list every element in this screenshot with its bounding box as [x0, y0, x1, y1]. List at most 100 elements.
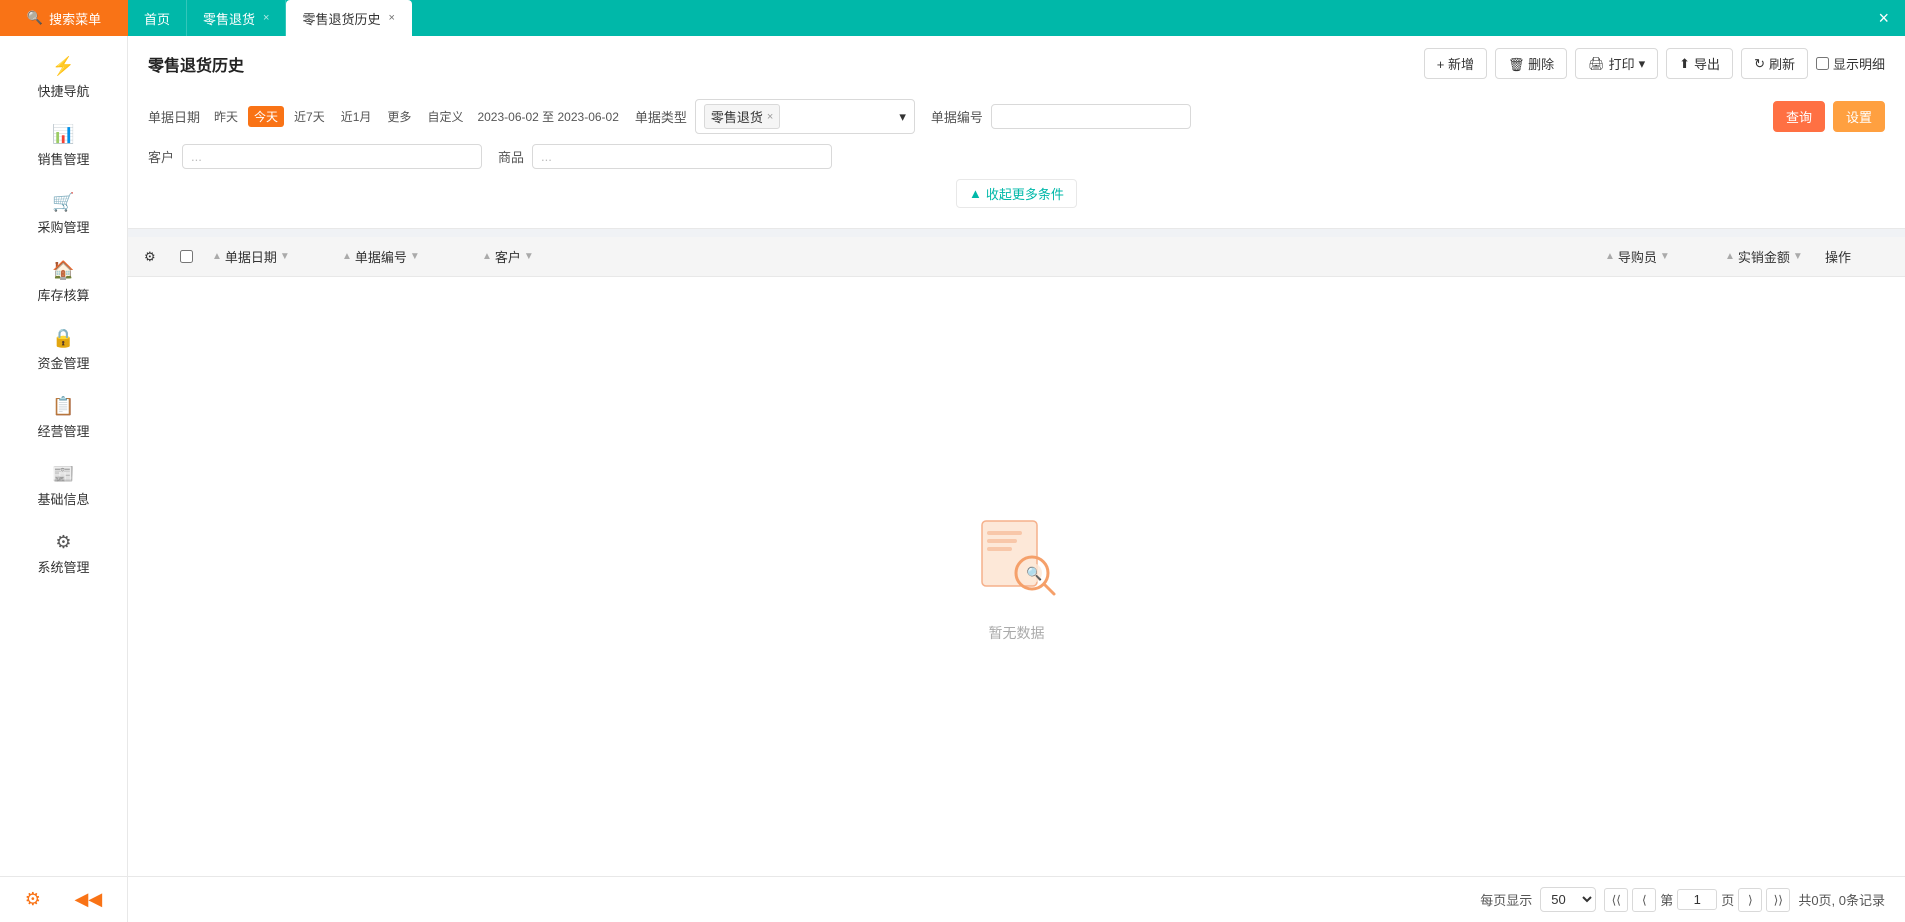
sort-icon-guide-up: ▲: [1605, 251, 1615, 262]
sidebar-item-quick-nav[interactable]: ⚡ 快捷导航: [0, 44, 127, 112]
date-btn-more[interactable]: 更多: [381, 106, 417, 127]
window-close-button[interactable]: ×: [1878, 8, 1905, 29]
sort-icon-date-up: ▲: [212, 251, 222, 262]
th-doc-date-label: 单据日期: [225, 247, 277, 266]
per-page-label: 每页显示: [1480, 890, 1532, 909]
date-shortcuts: 昨天 今天 近7天 近1月 更多 自定义: [208, 106, 469, 127]
page-text: 第: [1660, 890, 1673, 909]
sort-icon-date-down: ▼: [280, 251, 290, 262]
doc-type-tag-value: 零售退货: [711, 107, 763, 126]
filter-area: 单据日期 昨天 今天 近7天 近1月 更多 自定义 2023-06-02 至 2…: [148, 89, 1885, 228]
tab-retail-return[interactable]: 零售退货 ×: [187, 0, 286, 36]
doc-no-filter: 单据编号: [931, 104, 1191, 129]
purchase-mgmt-icon: 🛒: [52, 192, 74, 213]
sales-mgmt-icon: 📊: [52, 124, 74, 145]
query-button[interactable]: 查询: [1773, 101, 1825, 132]
th-check[interactable]: [172, 250, 204, 263]
sidebar-item-finance[interactable]: 🔒 资金管理: [0, 316, 127, 384]
collapse-label: 收起更多条件: [986, 184, 1064, 203]
page-input[interactable]: 1: [1677, 889, 1717, 910]
customer-select[interactable]: ...: [182, 144, 482, 169]
add-button[interactable]: + 新增: [1424, 48, 1487, 79]
date-btn-last1m[interactable]: 近1月: [335, 106, 378, 127]
collapse-button[interactable]: ▲ 收起更多条件: [956, 179, 1077, 208]
base-info-icon: 📰: [52, 464, 74, 485]
content-area: 零售退货历史 + 新增 🗑 删除 🖨 打印 ▾ ⬆ 导出 ↻: [128, 36, 1905, 922]
doc-no-input[interactable]: [991, 104, 1191, 129]
export-button[interactable]: ⬆ 导出: [1666, 48, 1733, 79]
sidebar-item-purchase-mgmt[interactable]: 🛒 采购管理: [0, 180, 127, 248]
finance-icon: 🔒: [52, 328, 74, 349]
settings-button[interactable]: 设置: [1833, 101, 1885, 132]
search-icon: 🔍: [27, 10, 43, 26]
goods-select[interactable]: ...: [532, 144, 832, 169]
date-btn-yesterday[interactable]: 昨天: [208, 106, 244, 127]
delete-button[interactable]: 🗑 删除: [1495, 48, 1567, 79]
doc-type-select[interactable]: 零售退货 × ▾: [695, 99, 915, 134]
main-layout: ⚡ 快捷导航 📊 销售管理 🛒 采购管理 🏠 库存核算 🔒 资金管理 📋 经营管…: [0, 36, 1905, 922]
doc-type-tag-close[interactable]: ×: [767, 111, 773, 123]
empty-text: 暂无数据: [989, 623, 1045, 643]
print-button[interactable]: 🖨 打印 ▾: [1575, 48, 1658, 79]
top-bar: 🔍 搜索菜单 首页 零售退货 × 零售退货历史 × ×: [0, 0, 1905, 36]
th-doc-date: ▲ 单据日期 ▼: [204, 247, 334, 266]
date-btn-last7[interactable]: 近7天: [288, 106, 331, 127]
sort-icon-cust-down: ▼: [524, 251, 534, 262]
tab-retail-return-label: 零售退货: [203, 9, 255, 28]
sidebar-item-sys-mgmt-label: 系统管理: [37, 557, 89, 576]
pagination: 每页显示 50 20 100 ⟨⟨ ⟨ 第 1 页 ⟩ ⟩⟩ 共0页, 0条记录: [128, 876, 1905, 922]
th-settings[interactable]: ⚙: [136, 249, 172, 265]
select-all-checkbox[interactable]: [180, 250, 193, 263]
empty-illustration: 🔍: [967, 511, 1067, 611]
sidebar-item-sales-mgmt[interactable]: 📊 销售管理: [0, 112, 127, 180]
doc-type-tag: 零售退货 ×: [704, 104, 780, 129]
sidebar-item-finance-label: 资金管理: [37, 353, 89, 372]
tab-list: 首页 零售退货 × 零售退货历史 ×: [128, 0, 1878, 36]
sidebar-sound-icon[interactable]: ◀◀: [75, 889, 103, 910]
svg-text:🔍: 🔍: [1026, 565, 1042, 581]
date-filter: 单据日期 昨天 今天 近7天 近1月 更多 自定义 2023-06-02 至 2…: [148, 106, 619, 127]
prev-page-button[interactable]: ⟨: [1632, 888, 1656, 912]
show-detail-checkbox[interactable]: 显示明细: [1816, 54, 1885, 73]
filter-row-1: 单据日期 昨天 今天 近7天 近1月 更多 自定义 2023-06-02 至 2…: [148, 99, 1885, 134]
th-customer-label: 客户: [495, 247, 521, 266]
tab-home-label: 首页: [144, 9, 170, 28]
sidebar-bottom: ⚙ ◀◀: [0, 876, 127, 922]
sort-icon-guide-down: ▼: [1660, 251, 1670, 262]
show-detail-input[interactable]: [1816, 57, 1829, 70]
per-page-select[interactable]: 50 20 100: [1540, 887, 1596, 912]
print-dropdown-icon: ▾: [1639, 56, 1646, 72]
show-detail-label: 显示明细: [1833, 54, 1885, 73]
th-amount: ▲ 实销金额 ▼: [1717, 247, 1817, 266]
sidebar-item-sales-mgmt-label: 销售管理: [37, 149, 89, 168]
search-menu-area[interactable]: 🔍 搜索菜单: [0, 0, 128, 36]
date-btn-custom[interactable]: 自定义: [421, 106, 469, 127]
column-settings-icon[interactable]: ⚙: [144, 249, 156, 265]
sidebar-item-operations[interactable]: 📋 经营管理: [0, 384, 127, 452]
sort-icon-docno-down: ▼: [410, 251, 420, 262]
print-label: 打印: [1609, 54, 1635, 73]
next-page-button[interactable]: ⟩: [1738, 888, 1762, 912]
tab-home[interactable]: 首页: [128, 0, 187, 36]
search-menu-label: 搜索菜单: [49, 9, 101, 28]
sidebar-settings-icon[interactable]: ⚙: [25, 889, 41, 910]
empty-state: 🔍 暂无数据: [128, 277, 1905, 876]
date-btn-today[interactable]: 今天: [248, 106, 284, 127]
goods-label: 商品: [498, 147, 524, 166]
sidebar-item-sys-mgmt[interactable]: ⚙ 系统管理: [0, 520, 127, 588]
refresh-button[interactable]: ↻ 刷新: [1741, 48, 1808, 79]
sidebar-item-base-info[interactable]: 📰 基础信息: [0, 452, 127, 520]
last-page-button[interactable]: ⟩⟩: [1766, 888, 1790, 912]
th-doc-no-label: 单据编号: [355, 247, 407, 266]
th-amount-label: 实销金额: [1738, 247, 1790, 266]
th-guide: ▲ 导购员 ▼: [1597, 247, 1717, 266]
toolbar: + 新增 🗑 删除 🖨 打印 ▾ ⬆ 导出 ↻ 刷新: [1424, 48, 1885, 79]
sidebar-item-inventory[interactable]: 🏠 库存核算: [0, 248, 127, 316]
doc-type-label: 单据类型: [635, 107, 687, 126]
sidebar: ⚡ 快捷导航 📊 销售管理 🛒 采购管理 🏠 库存核算 🔒 资金管理 📋 经营管…: [0, 36, 128, 922]
tab-retail-return-history[interactable]: 零售退货历史 ×: [286, 0, 411, 36]
tab-retail-return-history-close[interactable]: ×: [388, 12, 394, 24]
tab-retail-return-close[interactable]: ×: [263, 12, 269, 24]
first-page-button[interactable]: ⟨⟨: [1604, 888, 1628, 912]
collapse-icon: ▲: [969, 186, 982, 201]
